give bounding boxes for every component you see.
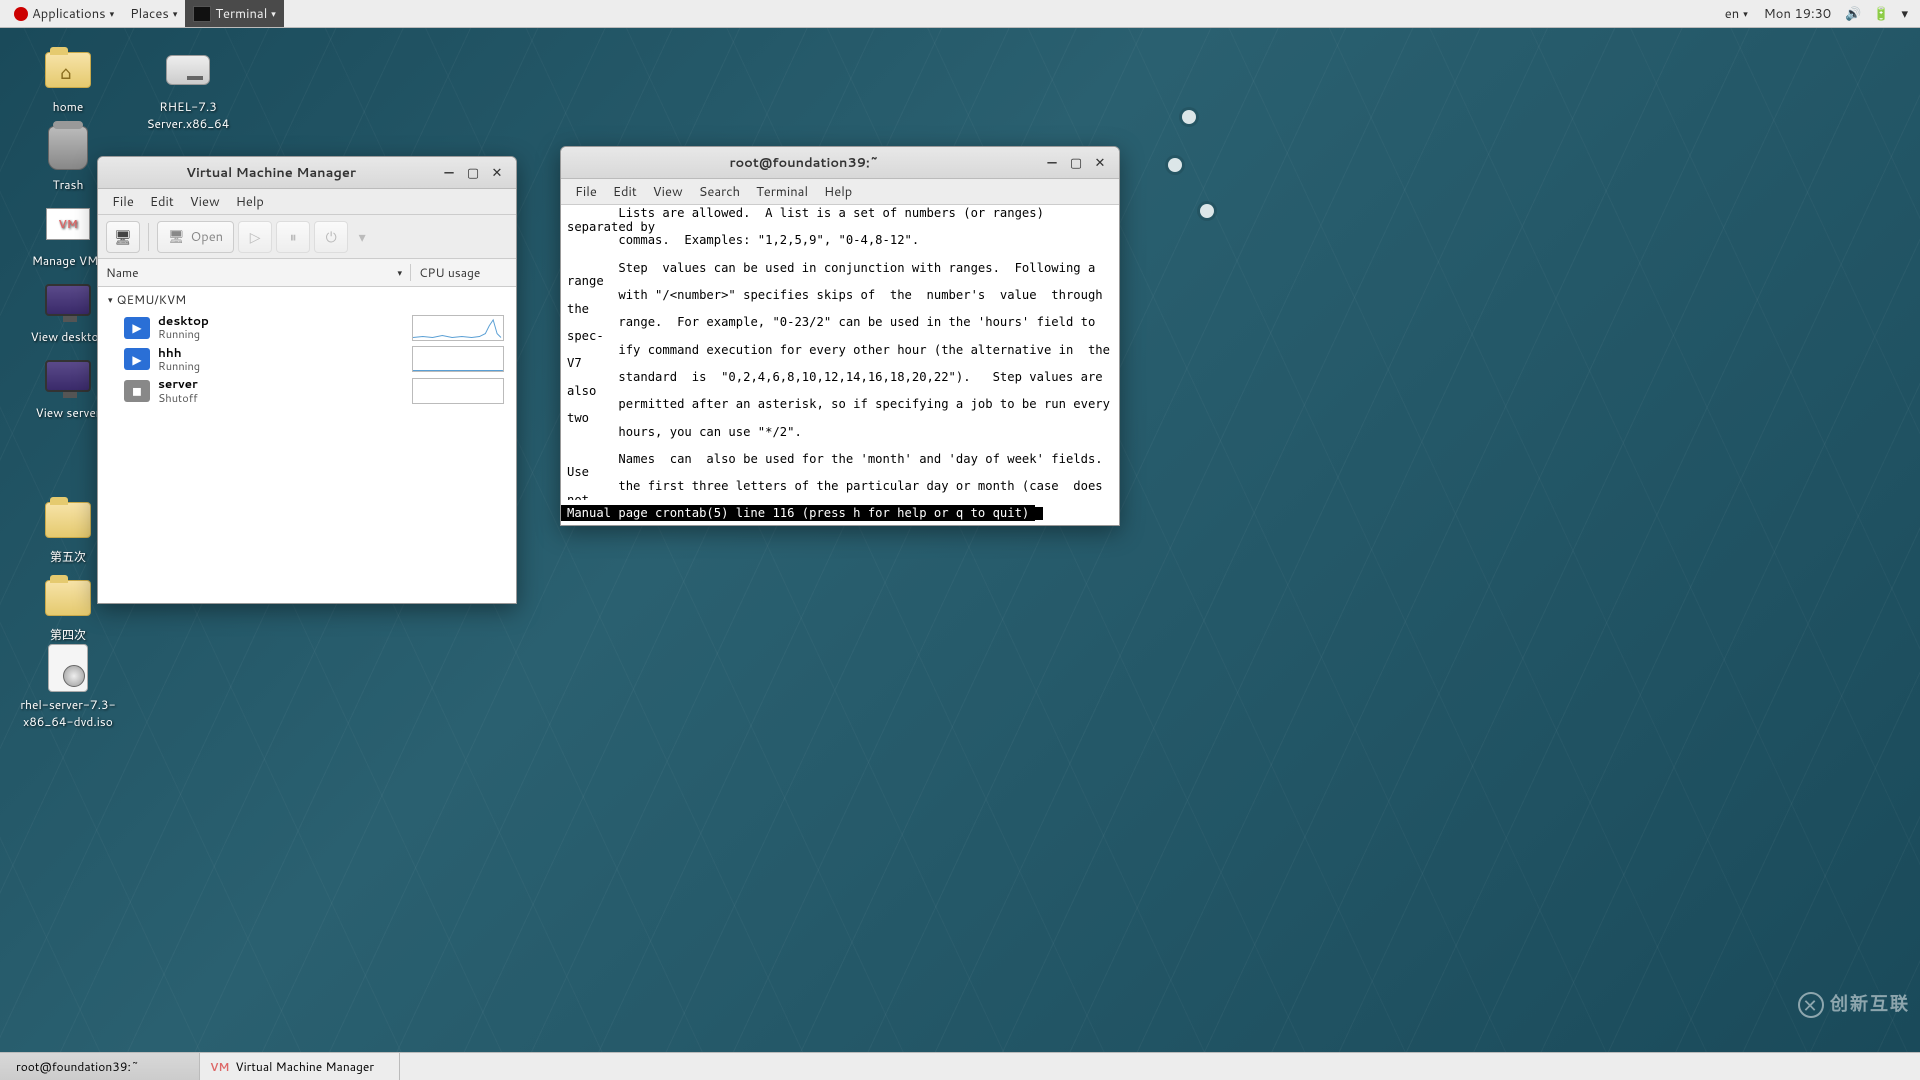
home-folder[interactable]: home: [8, 46, 128, 115]
chevron-down-icon: ▾: [173, 7, 178, 20]
vmm-icon: VM: [210, 1059, 229, 1075]
cpu-usage-graph: [412, 346, 504, 372]
vm-shutoff-icon: ◼: [124, 380, 150, 402]
vm-status: Shutoff: [158, 392, 412, 405]
cursor-icon: [1035, 507, 1043, 520]
monitor-icon: [45, 360, 91, 392]
places-menu[interactable]: Places▾: [122, 0, 185, 27]
system-menu[interactable]: ▾: [1895, 5, 1914, 23]
wallpaper-node-icon: [1182, 110, 1196, 124]
minimize-button[interactable]: —: [438, 163, 460, 183]
vm-running-icon: ▶: [124, 317, 150, 339]
rhel-disk[interactable]: RHEL-7.3 Server.x86_64: [128, 46, 248, 132]
menu-file[interactable]: File: [104, 193, 142, 211]
vm-status: Running: [158, 328, 412, 341]
vm-row[interactable]: ◼ server Shutoff: [98, 375, 516, 407]
vm-running-icon: ▶: [124, 348, 150, 370]
vm-row[interactable]: ▶ desktop Running: [98, 312, 516, 344]
watermark: ✕创新互联: [1798, 990, 1910, 1019]
menu-edit[interactable]: Edit: [605, 183, 645, 201]
close-button[interactable]: ✕: [1089, 153, 1111, 173]
connection-group[interactable]: ▾ QEMU/KVM: [98, 287, 516, 312]
minimize-button[interactable]: —: [1041, 153, 1063, 173]
menu-help[interactable]: Help: [228, 193, 272, 211]
vmm-column-headers: Name ▾ CPU usage: [98, 259, 516, 287]
taskbar-item-terminal[interactable]: root@foundation39:~: [0, 1053, 200, 1080]
terminal-statusline-row: Manual page crontab(5) line 116 (press h…: [561, 500, 1119, 525]
icon-label: RHEL-7.3 Server.x86_64: [128, 98, 248, 132]
disk-icon: [166, 55, 210, 85]
open-button[interactable]: 🖥 Open: [157, 221, 234, 253]
vmm-toolbar: 🖥 🖥 Open ▷ ⏸ ⏻ ▾: [98, 215, 516, 259]
run-button[interactable]: ▷: [238, 221, 272, 253]
pause-button[interactable]: ⏸: [276, 221, 310, 253]
volume-icon[interactable]: 🔊: [1839, 5, 1867, 23]
window-title: root@foundation39:~: [569, 154, 1039, 172]
vmm-vm-list[interactable]: ▾ QEMU/KVM ▶ desktop Running ▶ hhh Runni…: [98, 287, 516, 603]
monitor-icon: 🖥: [168, 228, 185, 246]
watermark-icon: ✕: [1798, 992, 1824, 1018]
clock[interactable]: Mon 19:30: [1756, 0, 1839, 27]
icon-label: 第四次: [8, 626, 128, 643]
cpu-usage-graph: [412, 378, 504, 404]
terminal-output[interactable]: Lists are allowed. A list is a set of nu…: [561, 205, 1119, 500]
column-name[interactable]: Name ▾: [98, 264, 411, 281]
vmm-icon: VM: [46, 208, 90, 240]
desktop[interactable]: home RHEL-7.3 Server.x86_64 Trash VM Man…: [0, 28, 1920, 1052]
sort-indicator-icon: ▾: [397, 266, 402, 279]
terminal-menu[interactable]: Terminal▾: [185, 0, 283, 27]
bottom-taskbar: root@foundation39:~ VM Virtual Machine M…: [0, 1052, 1920, 1080]
wallpaper-node-icon: [1168, 158, 1182, 172]
shutdown-menu-arrow[interactable]: ▾: [352, 221, 372, 253]
vmm-titlebar[interactable]: Virtual Machine Manager — ▢ ✕: [98, 157, 516, 189]
shutdown-button[interactable]: ⏻: [314, 221, 348, 253]
menu-file[interactable]: File: [567, 183, 605, 201]
top-panel: Applications▾ Places▾ Terminal▾ en▾ Mon …: [0, 0, 1920, 28]
vm-status: Running: [158, 360, 412, 373]
redhat-icon: [14, 7, 28, 21]
iso-file[interactable]: rhel-server-7.3-x86_64-dvd.iso: [8, 644, 128, 730]
battery-icon[interactable]: 🔋: [1867, 5, 1895, 23]
menu-view[interactable]: View: [182, 193, 228, 211]
vmm-window[interactable]: Virtual Machine Manager — ▢ ✕ File Edit …: [97, 156, 517, 604]
menu-view[interactable]: View: [645, 183, 691, 201]
maximize-button[interactable]: ▢: [462, 163, 484, 183]
chevron-down-icon: ▾: [1743, 7, 1748, 20]
taskbar-item-vmm[interactable]: VM Virtual Machine Manager: [200, 1053, 400, 1080]
monitor-icon: [45, 284, 91, 316]
menu-terminal[interactable]: Terminal: [748, 183, 816, 201]
new-vm-button[interactable]: 🖥: [106, 221, 140, 253]
applications-menu[interactable]: Applications▾: [6, 0, 122, 27]
vm-row[interactable]: ▶ hhh Running: [98, 344, 516, 376]
terminal-icon: [193, 6, 211, 22]
terminal-window[interactable]: root@foundation39:~ — ▢ ✕ File Edit View…: [560, 146, 1120, 526]
icon-label: rhel-server-7.3-x86_64-dvd.iso: [8, 696, 128, 730]
wallpaper-node-icon: [1200, 204, 1214, 218]
keyboard-layout-indicator[interactable]: en▾: [1717, 0, 1756, 27]
folder-icon: [45, 502, 91, 538]
icon-label: home: [8, 98, 128, 115]
menu-edit[interactable]: Edit: [142, 193, 182, 211]
menu-search[interactable]: Search: [691, 183, 748, 201]
iso-icon: [48, 644, 88, 692]
close-button[interactable]: ✕: [486, 163, 508, 183]
expander-icon[interactable]: ▾: [108, 293, 113, 306]
chevron-down-icon: ▾: [271, 7, 276, 20]
terminal-titlebar[interactable]: root@foundation39:~ — ▢ ✕: [561, 147, 1119, 179]
cpu-usage-graph: [412, 315, 504, 341]
chevron-down-icon: ▾: [110, 7, 115, 20]
window-title: Virtual Machine Manager: [106, 164, 436, 182]
terminal-menubar: File Edit View Search Terminal Help: [561, 179, 1119, 205]
man-page-statusline: Manual page crontab(5) line 116 (press h…: [561, 505, 1035, 521]
folder-icon: [45, 580, 91, 616]
folder-icon: [45, 52, 91, 88]
vmm-menubar: File Edit View Help: [98, 189, 516, 215]
column-cpu[interactable]: CPU usage: [411, 264, 516, 281]
maximize-button[interactable]: ▢: [1065, 153, 1087, 173]
menu-help[interactable]: Help: [816, 183, 860, 201]
trash-icon: [48, 126, 88, 170]
